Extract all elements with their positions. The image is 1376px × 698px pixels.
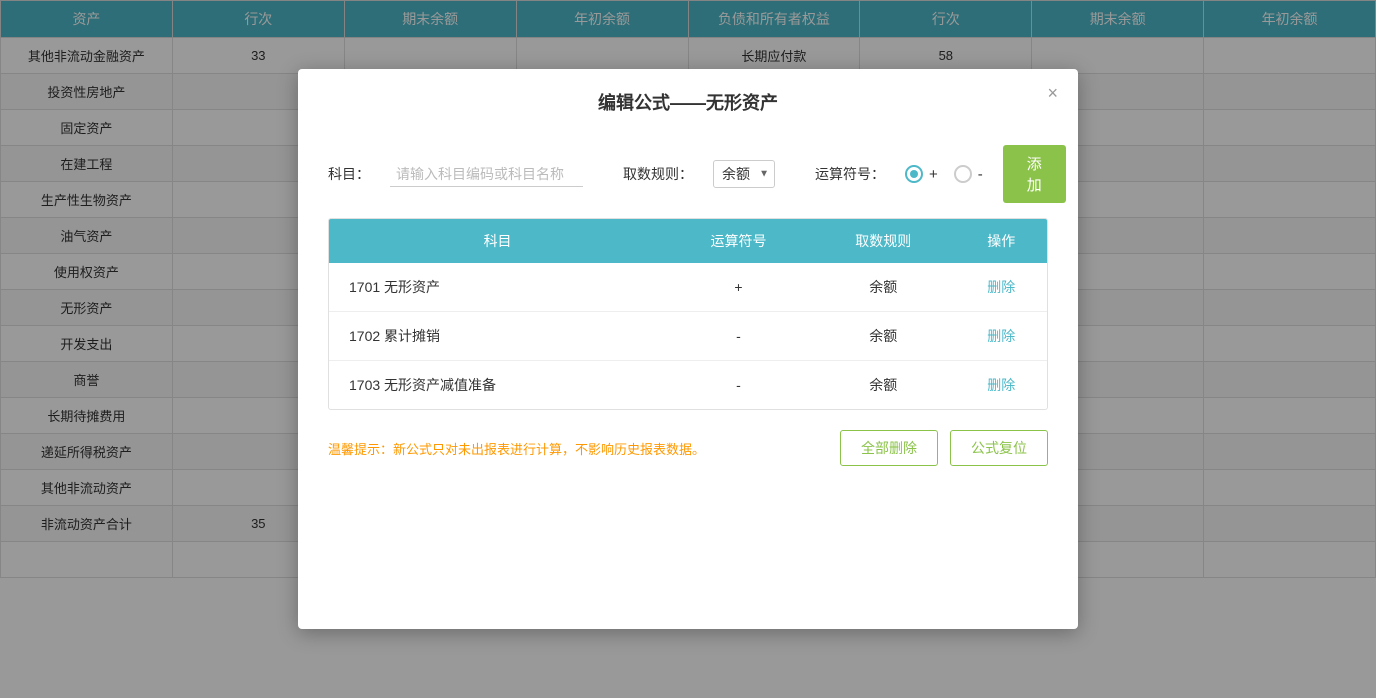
modal-footer: 温馨提示：新公式只对未出报表进行计算，不影响历史报表数据。 全部删除 公式复位 bbox=[298, 410, 1078, 476]
subject-input[interactable] bbox=[390, 162, 583, 187]
form-row: 科目： 取数规则： 余额 运算符号： + - 添加 bbox=[298, 130, 1078, 218]
operator-radio-group: + - bbox=[905, 165, 983, 183]
delete-all-button[interactable]: 全部删除 bbox=[840, 430, 938, 466]
cell-subject: 1701 无形资产 bbox=[329, 263, 666, 312]
rule-label: 取数规则： bbox=[623, 164, 693, 184]
add-button[interactable]: 添加 bbox=[1003, 145, 1066, 203]
radio-minus[interactable]: - bbox=[954, 165, 983, 183]
modal-dialog: 编辑公式——无形资产 × 科目： 取数规则： 余额 运算符号： + - bbox=[298, 69, 1078, 629]
radio-plus-circle bbox=[905, 165, 923, 183]
modal-header: 编辑公式——无形资产 bbox=[298, 69, 1078, 130]
radio-plus-label: + bbox=[929, 166, 938, 183]
cell-operator: - bbox=[666, 312, 811, 361]
delete-row-button[interactable]: 删除 bbox=[987, 375, 1015, 395]
data-table: 科目 运算符号 取数规则 操作 1701 无形资产+余额删除1702 累计摊销-… bbox=[328, 218, 1048, 410]
table-header-row: 科目 运算符号 取数规则 操作 bbox=[329, 219, 1047, 263]
cell-action: 删除 bbox=[956, 361, 1047, 410]
cell-rule: 余额 bbox=[811, 361, 956, 410]
delete-row-button[interactable]: 删除 bbox=[987, 326, 1015, 346]
radio-minus-circle bbox=[954, 165, 972, 183]
subject-label: 科目： bbox=[328, 164, 370, 184]
cell-rule: 余额 bbox=[811, 312, 956, 361]
cell-operator: - bbox=[666, 361, 811, 410]
close-button[interactable]: × bbox=[1047, 84, 1058, 102]
col-rule: 取数规则 bbox=[811, 219, 956, 263]
delete-row-button[interactable]: 删除 bbox=[987, 277, 1015, 297]
cell-action: 删除 bbox=[956, 312, 1047, 361]
col-operator: 运算符号 bbox=[666, 219, 811, 263]
reset-button[interactable]: 公式复位 bbox=[950, 430, 1048, 466]
footer-actions: 全部删除 公式复位 bbox=[840, 430, 1048, 466]
modal-overlay: 编辑公式——无形资产 × 科目： 取数规则： 余额 运算符号： + - bbox=[0, 0, 1376, 698]
rule-select[interactable]: 余额 bbox=[713, 160, 775, 188]
modal-title: 编辑公式——无形资产 bbox=[598, 93, 778, 113]
col-subject: 科目 bbox=[329, 219, 666, 263]
footer-tip: 温馨提示：新公式只对未出报表进行计算，不影响历史报表数据。 bbox=[328, 439, 705, 458]
table-row: 1703 无形资产减值准备-余额 删除 bbox=[329, 361, 1047, 410]
rule-select-wrapper: 余额 bbox=[713, 160, 775, 188]
table-row: 1702 累计摊销-余额 删除 bbox=[329, 312, 1047, 361]
cell-subject: 1702 累计摊销 bbox=[329, 312, 666, 361]
table-row: 1701 无形资产+余额 删除 bbox=[329, 263, 1047, 312]
cell-rule: 余额 bbox=[811, 263, 956, 312]
col-action: 操作 bbox=[956, 219, 1047, 263]
cell-subject: 1703 无形资产减值准备 bbox=[329, 361, 666, 410]
radio-plus[interactable]: + bbox=[905, 165, 938, 183]
radio-minus-label: - bbox=[978, 166, 983, 183]
cell-operator: + bbox=[666, 263, 811, 312]
operator-label: 运算符号： bbox=[815, 164, 885, 184]
cell-action: 删除 bbox=[956, 263, 1047, 312]
